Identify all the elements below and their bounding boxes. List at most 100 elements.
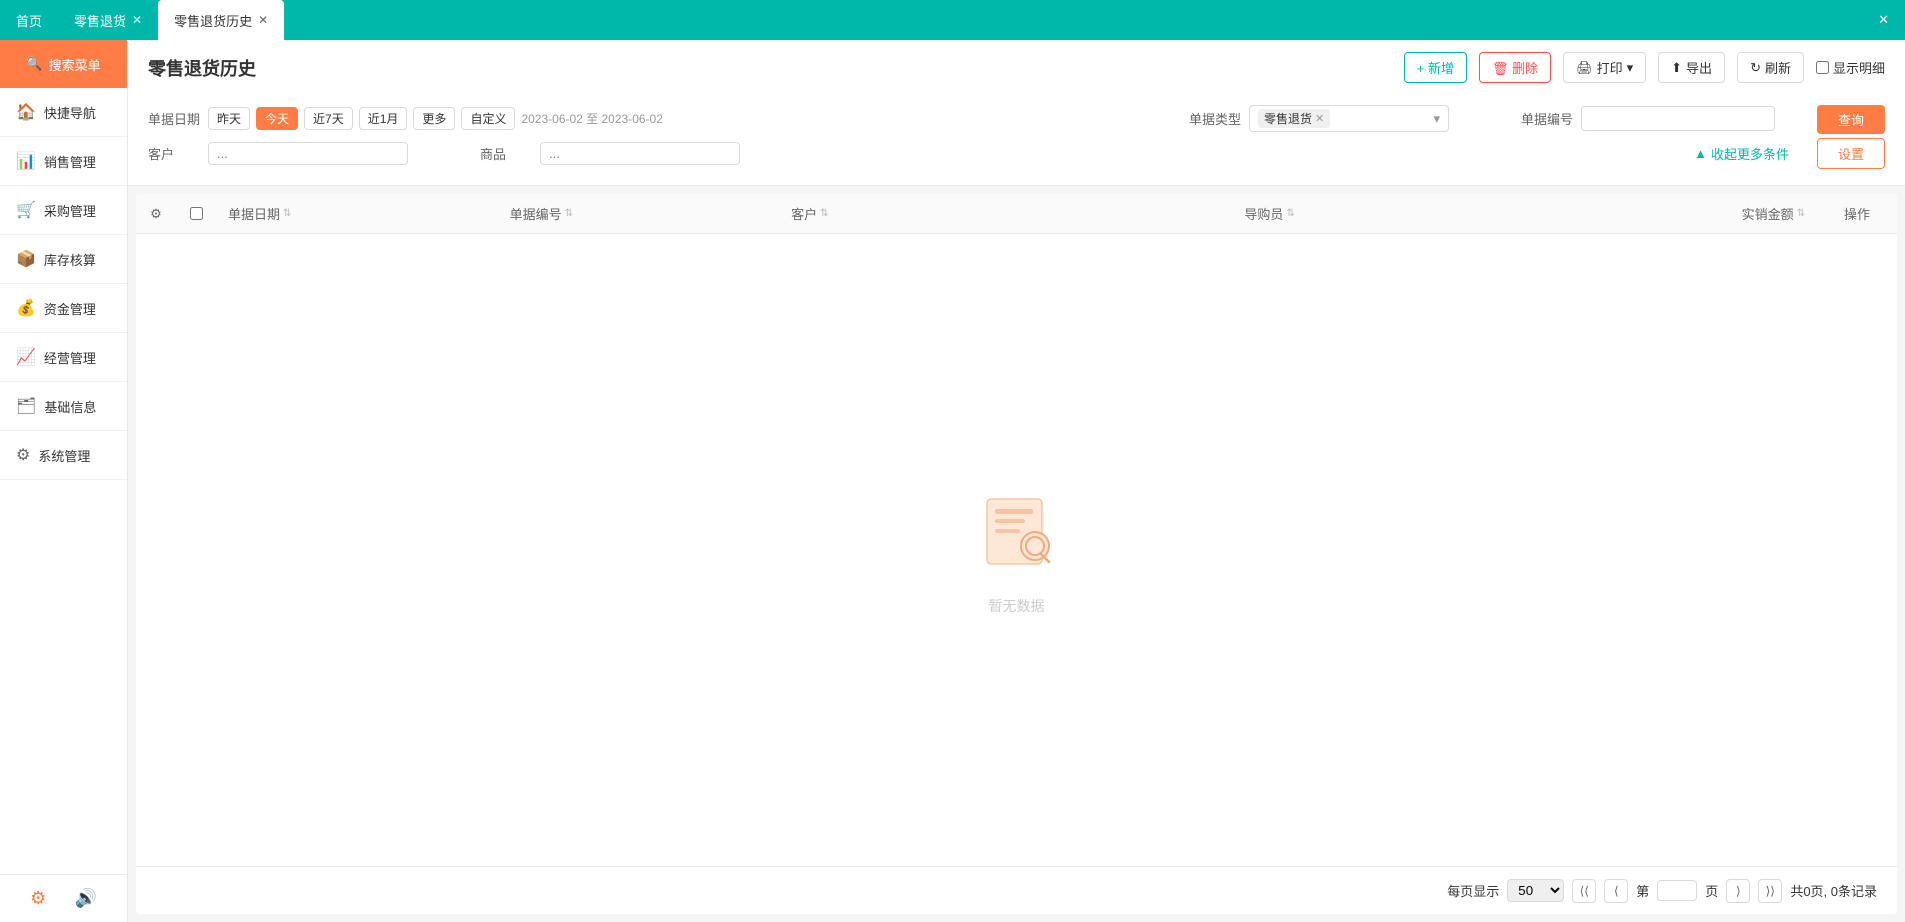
- date-custom-btn[interactable]: 自定义: [461, 107, 515, 130]
- tab-retail-return-history[interactable]: 零售退货历史 ✕: [158, 0, 284, 40]
- sidebar-item-finance[interactable]: 💰 资金管理: [0, 284, 127, 333]
- date-1month-btn[interactable]: 近1月: [359, 107, 408, 130]
- th-amount[interactable]: 实销金额 ⇅: [1578, 196, 1817, 231]
- system-icon: ⚙: [16, 445, 30, 465]
- sidebar-item-basic-info-label: 基础信息: [44, 397, 96, 416]
- query-button[interactable]: 查询: [1817, 105, 1885, 134]
- voucher-type-select[interactable]: 零售退货 ✕ ▾: [1249, 105, 1449, 132]
- page-title-row: 零售退货历史 + 新增 🗑 删除 🖨 打印 ▾ ⬆ 导出 ↻: [148, 52, 1885, 83]
- th-customer-sort-icon: ⇅: [820, 208, 828, 219]
- th-action-label: 操作: [1844, 204, 1870, 223]
- goods-input-wrap[interactable]: [540, 142, 740, 165]
- toolbar: + 新增 🗑 删除 🖨 打印 ▾ ⬆ 导出 ↻ 刷新: [1404, 52, 1885, 83]
- print-label: 打印: [1597, 58, 1623, 77]
- th-settings[interactable]: ⚙: [136, 198, 176, 230]
- sidebar-bottom: ⚙ 🔊: [0, 874, 127, 922]
- sidebar-item-system[interactable]: ⚙ 系统管理: [0, 431, 127, 480]
- sidebar-item-quick-nav[interactable]: 🏠 快捷导航: [0, 88, 127, 137]
- voucher-type-tag: 零售退货 ✕: [1258, 109, 1330, 128]
- tab-retail-return[interactable]: 零售退货 ✕: [58, 0, 158, 40]
- first-page-btn[interactable]: ⟨⟨: [1572, 879, 1596, 903]
- sidebar-item-basic-info[interactable]: 🗂 基础信息: [0, 382, 127, 431]
- action-buttons: 查询 设置: [1817, 105, 1885, 169]
- page-unit: 页: [1705, 881, 1718, 900]
- per-page-select[interactable]: 50 10 20 100: [1507, 879, 1564, 902]
- finance-icon: 💰: [16, 298, 36, 318]
- date-filter-label: 单据日期: [148, 109, 200, 128]
- export-icon: ⬆: [1671, 60, 1682, 76]
- th-no-label: 单据编号: [510, 204, 562, 223]
- filter-section-1: 单据日期 昨天 今天 近7天 近1月 更多 自定义 2023-06-02 至 2…: [148, 105, 1801, 132]
- empty-state: 暂无数据: [136, 234, 1897, 866]
- voucher-no-input[interactable]: [1581, 106, 1775, 131]
- th-amount-label: 实销金额: [1742, 204, 1794, 223]
- sales-icon: 📊: [16, 151, 36, 171]
- sidebar-item-operations[interactable]: 📈 经营管理: [0, 333, 127, 382]
- print-button[interactable]: 🖨 打印 ▾: [1563, 52, 1646, 83]
- display-detail-toggle[interactable]: 显示明细: [1816, 58, 1885, 77]
- goods-label: 商品: [480, 144, 532, 163]
- export-button[interactable]: ⬆ 导出: [1658, 52, 1725, 83]
- last-page-btn[interactable]: ⟩⟩: [1758, 879, 1782, 903]
- collapse-btn[interactable]: ▲ 收起更多条件: [1682, 140, 1801, 167]
- refresh-icon: ↻: [1750, 60, 1761, 76]
- tab-retail-return-label: 零售退货: [74, 11, 126, 30]
- sidebar-item-quick-nav-label: 快捷导航: [44, 103, 96, 122]
- date-more-btn[interactable]: 更多: [413, 107, 455, 130]
- th-date[interactable]: 单据日期 ⇅: [216, 196, 498, 231]
- total-label: 共0页, 0条记录: [1790, 881, 1877, 900]
- page-number-input[interactable]: 1: [1657, 880, 1697, 901]
- refresh-button[interactable]: ↻ 刷新: [1737, 52, 1804, 83]
- tab-retail-return-close[interactable]: ✕: [132, 13, 142, 27]
- th-guide-label: 导购员: [1244, 204, 1283, 223]
- delete-button[interactable]: 🗑 删除: [1479, 52, 1551, 83]
- sidebar-search[interactable]: 🔍 搜索菜单: [0, 40, 127, 88]
- sidebar-item-sales[interactable]: 📊 销售管理: [0, 137, 127, 186]
- top-bar: 首页 零售退货 ✕ 零售退货历史 ✕ ✕: [0, 0, 1905, 40]
- pagination: 每页显示 50 10 20 100 ⟨⟨ ⟨ 第 1 页 ⟩ ⟩⟩ 共0页, 0…: [136, 866, 1897, 914]
- collapse-label: 收起更多条件: [1711, 144, 1789, 163]
- voucher-type-tag-close[interactable]: ✕: [1315, 112, 1324, 125]
- add-button[interactable]: + 新增: [1404, 52, 1467, 83]
- date-7days-btn[interactable]: 近7天: [304, 107, 353, 130]
- display-detail-label: 显示明细: [1833, 58, 1885, 77]
- audio-icon[interactable]: 🔊: [74, 888, 96, 909]
- date-today-btn[interactable]: 今天: [256, 107, 298, 130]
- sidebar-item-purchase[interactable]: 🛒 采购管理: [0, 186, 127, 235]
- sidebar: 🔍 搜索菜单 🏠 快捷导航 📊 销售管理 🛒 采购管理 📦 库存核算 💰: [0, 40, 128, 922]
- customer-filter-cell: 客户: [148, 142, 468, 165]
- window-close-btn[interactable]: ✕: [1878, 12, 1905, 28]
- print-icon: 🖨: [1576, 60, 1593, 76]
- sidebar-item-inventory[interactable]: 📦 库存核算: [0, 235, 127, 284]
- th-no[interactable]: 单据编号 ⇅: [498, 196, 780, 231]
- display-detail-checkbox[interactable]: [1816, 61, 1829, 74]
- date-yesterday-btn[interactable]: 昨天: [208, 107, 250, 130]
- empty-label: 暂无数据: [989, 596, 1045, 616]
- purchase-icon: 🛒: [16, 200, 36, 220]
- th-checkbox[interactable]: [176, 199, 216, 228]
- filter-settings-button[interactable]: 设置: [1817, 138, 1885, 169]
- operations-icon: 📈: [16, 347, 36, 367]
- date-filter: 昨天 今天 近7天 近1月 更多 自定义 2023-06-02 至 2023-0…: [208, 107, 663, 130]
- date-filter-cell: 单据日期 昨天 今天 近7天 近1月 更多 自定义 2023-06-02 至 2…: [148, 107, 1177, 130]
- prev-page-btn[interactable]: ⟨: [1604, 879, 1628, 903]
- refresh-label: 刷新: [1765, 58, 1791, 77]
- th-date-sort-icon: ⇅: [283, 208, 291, 219]
- next-page-btn[interactable]: ⟩: [1726, 879, 1750, 903]
- th-guide[interactable]: 导购员 ⇅: [1232, 196, 1578, 231]
- voucher-type-cell: 单据类型 零售退货 ✕ ▾: [1189, 105, 1509, 132]
- home-icon: 🏠: [16, 102, 36, 122]
- sidebar-item-finance-label: 资金管理: [44, 299, 96, 318]
- filter-row-wrap: 单据日期 昨天 今天 近7天 近1月 更多 自定义 2023-06-02 至 2…: [148, 105, 1885, 175]
- select-all-checkbox[interactable]: [190, 207, 203, 220]
- th-guide-sort-icon: ⇅: [1286, 208, 1294, 219]
- th-customer-label: 客户: [791, 204, 817, 223]
- settings-bottom-icon[interactable]: ⚙: [30, 888, 46, 909]
- goods-input[interactable]: [549, 146, 731, 161]
- tab-home[interactable]: 首页: [0, 0, 58, 40]
- tab-retail-return-history-close[interactable]: ✕: [258, 13, 268, 27]
- th-customer[interactable]: 客户 ⇅: [779, 196, 1232, 231]
- customer-input[interactable]: [217, 146, 399, 161]
- per-page-label: 每页显示: [1447, 881, 1499, 900]
- customer-input-wrap[interactable]: [208, 142, 408, 165]
